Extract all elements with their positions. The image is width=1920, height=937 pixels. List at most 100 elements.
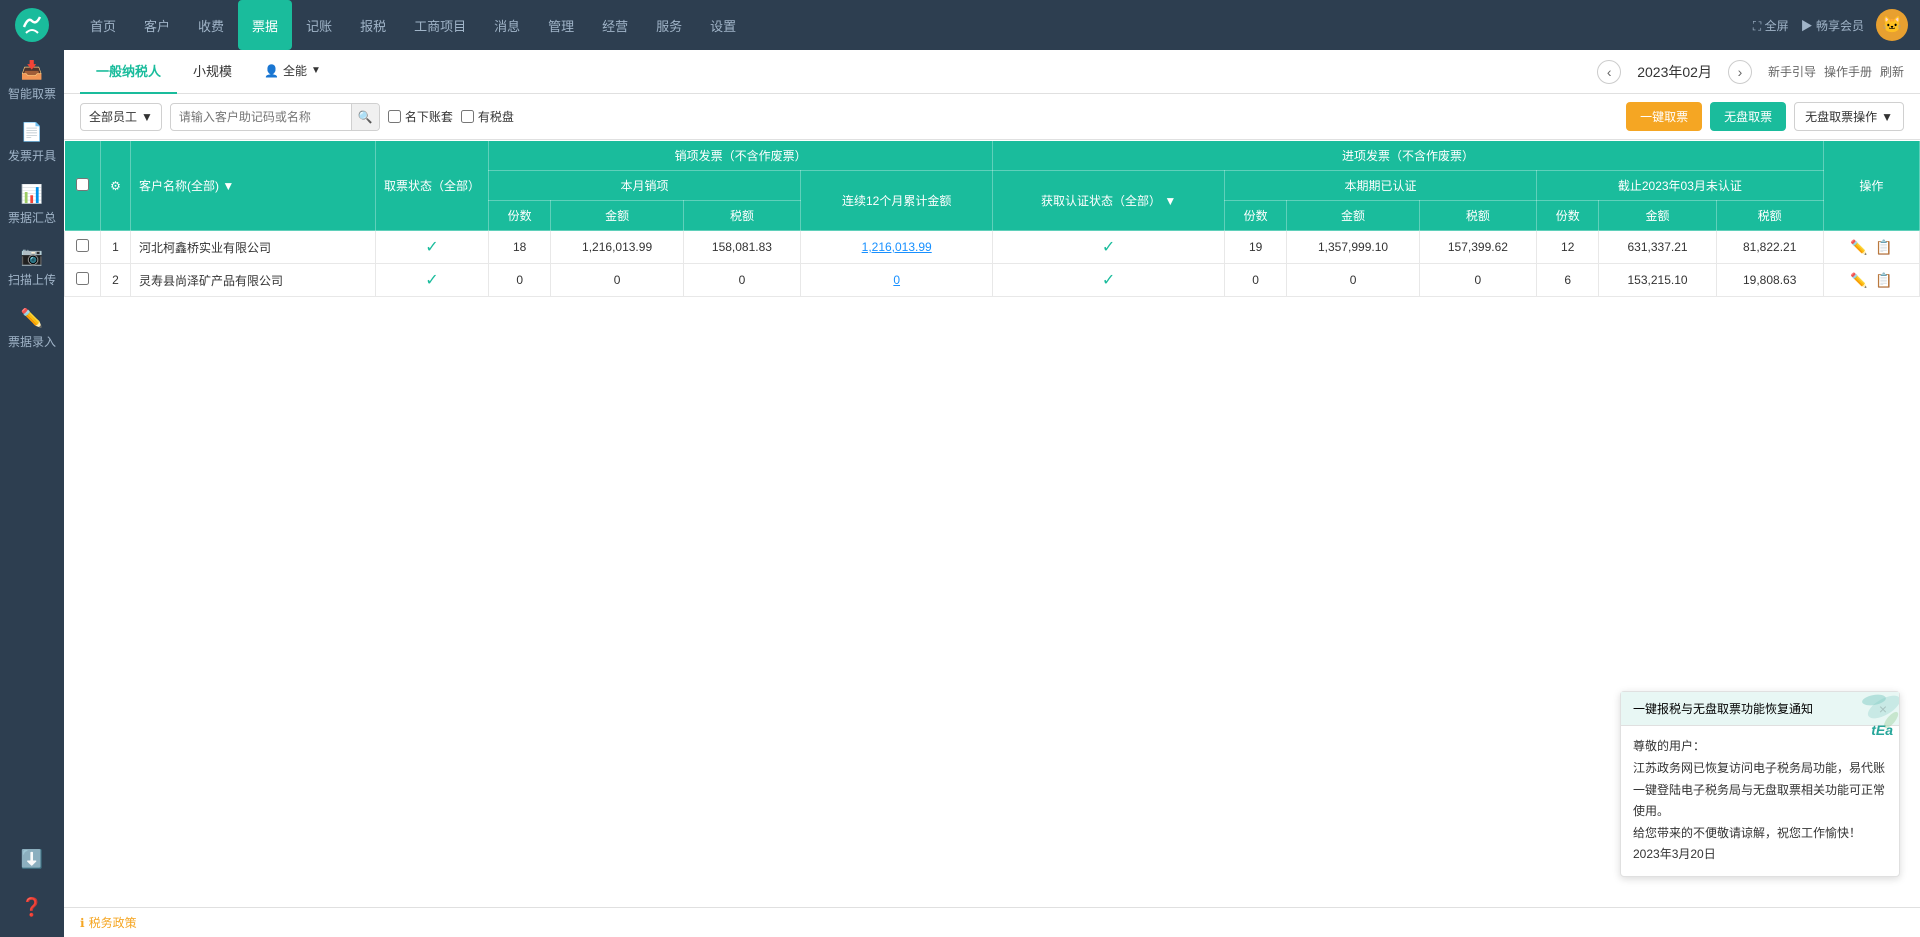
nav-invoice[interactable]: 票据 xyxy=(238,0,292,50)
th-confirm-status: 获取认证状态（全部） ▼ xyxy=(993,171,1225,231)
tab-all[interactable]: 👤 全能 ▼ xyxy=(248,50,337,94)
row2-checkbox[interactable] xyxy=(65,264,101,297)
fullscreen-btn[interactable]: ⛶ 全屏 xyxy=(1753,17,1789,34)
th-current-month: 本月销项 xyxy=(488,171,800,201)
nav-commerce[interactable]: 工商项目 xyxy=(400,0,480,50)
row2-unconfirmed-tax: 19,808.63 xyxy=(1716,264,1823,297)
next-month-btn[interactable]: › xyxy=(1728,60,1752,84)
member-btn[interactable]: ▶ 畅享会员 xyxy=(1801,17,1864,34)
th-confirmed-count: 份数 xyxy=(1224,201,1286,231)
account-checkbox[interactable]: 名下账套 xyxy=(388,108,453,125)
filter-icon[interactable]: ▼ xyxy=(1164,194,1176,208)
nav-service[interactable]: 服务 xyxy=(642,0,696,50)
subtabs-bar: 一般纳税人 小规模 👤 全能 ▼ ‹ 2023年02月 › 新手引导 操作手册 … xyxy=(64,50,1920,94)
new-guide-btn[interactable]: 新手引导 xyxy=(1768,63,1816,80)
nav-message[interactable]: 消息 xyxy=(480,0,534,50)
bottom-bar: ℹ 税务政策 xyxy=(64,907,1920,937)
sidebar-help[interactable]: ❓ xyxy=(12,887,52,927)
sidebar-item-scan-upload[interactable]: 📷 扫描上传 xyxy=(0,236,64,298)
row1-checkbox[interactable] xyxy=(65,231,101,264)
nav-tax[interactable]: 报税 xyxy=(346,0,400,50)
sidebar-item-invoice-summary[interactable]: 📊 票据汇总 xyxy=(0,174,64,236)
toolbar: 全部员工 ▼ 🔍 名下账套 有税盘 一键取票 无盘取票 无盘取票操作 ▼ xyxy=(64,94,1920,140)
entry-icon: ✏️ xyxy=(21,308,43,329)
filter-icon[interactable]: ▼ xyxy=(222,179,234,193)
row1-unconfirmed-count: 12 xyxy=(1537,231,1599,264)
popup-content: 尊敬的用户： 江苏政务网已恢复访问电子税务局功能，易代账一键登陆电子税务局与无盘… xyxy=(1633,736,1887,866)
notification-popup: 一键报税与无盘取票功能恢复通知 × 尊敬的用户： 江苏政务网已恢复访问电子税务局… xyxy=(1620,691,1900,877)
current-month: 2023年02月 xyxy=(1629,62,1720,82)
nav-billing[interactable]: 收费 xyxy=(184,0,238,50)
nav-home[interactable]: 首页 xyxy=(76,0,130,50)
row2-num: 2 xyxy=(101,264,131,297)
row2-sales-count: 0 xyxy=(488,264,550,297)
sidebar-item-invoice-open[interactable]: 📄 发票开具 xyxy=(0,112,64,174)
tax-policy-link[interactable]: 税务政策 xyxy=(89,914,137,931)
th-sales-tax: 税额 xyxy=(683,201,800,231)
sidebar-item-smart-fetch[interactable]: 📥 智能取票 xyxy=(0,50,64,112)
row2-copy-btn[interactable]: 📋 xyxy=(1875,272,1892,288)
row1-name: 河北柯鑫桥实业有限公司 xyxy=(131,231,376,264)
account-checkbox-input[interactable] xyxy=(388,110,401,123)
row2-confirm-status: ✓ xyxy=(993,264,1225,297)
member-icon: ▶ xyxy=(1801,19,1813,33)
row2-unconfirmed-count: 6 xyxy=(1537,264,1599,297)
invoice-table: ⚙ 客户名称(全部) ▼ 取票状态（全部） 销项发票（不含作废票） 进项发票（不… xyxy=(64,140,1920,297)
row1-confirm-status: ✓ xyxy=(993,231,1225,264)
th-customer: 客户名称(全部) ▼ xyxy=(131,141,376,231)
row1-copy-btn[interactable]: 📋 xyxy=(1875,239,1892,255)
refresh-btn[interactable]: 刷新 xyxy=(1880,63,1904,80)
popup-close-btn[interactable]: × xyxy=(1879,701,1887,717)
no-disk-more-btn[interactable]: 无盘取票操作 ▼ xyxy=(1794,102,1904,131)
nav-manage[interactable]: 管理 xyxy=(534,0,588,50)
settings-icon[interactable]: ⚙ xyxy=(110,179,121,193)
tab-small[interactable]: 小规模 xyxy=(177,50,248,94)
manual-btn[interactable]: 操作手册 xyxy=(1824,63,1872,80)
fullscreen-icon: ⛶ xyxy=(1753,19,1761,33)
logo xyxy=(0,0,64,50)
row2-fetch-status: ✓ xyxy=(375,264,488,297)
sidebar-item-data-entry[interactable]: ✏️ 票据录入 xyxy=(0,298,64,360)
row2-edit-btn[interactable]: ✏️ xyxy=(1850,272,1867,288)
th-sales-amount: 金额 xyxy=(551,201,683,231)
th-unconfirmed-tax: 税额 xyxy=(1716,201,1823,231)
row1-confirmed-tax: 157,399.62 xyxy=(1419,231,1536,264)
th-settings: ⚙ xyxy=(101,141,131,231)
search-box: 🔍 xyxy=(170,103,380,131)
th-confirmed-tax: 税额 xyxy=(1419,201,1536,231)
inbox-icon: 📥 xyxy=(21,60,43,81)
tab-general[interactable]: 一般纳税人 xyxy=(80,50,177,94)
th-confirmed-amount: 金额 xyxy=(1287,201,1419,231)
info-icon: ℹ xyxy=(80,916,85,930)
nav-operations[interactable]: 经营 xyxy=(588,0,642,50)
user-avatar[interactable]: 🐱 xyxy=(1876,9,1908,41)
row1-confirmed-amount: 1,357,999.10 xyxy=(1287,231,1419,264)
nav-client[interactable]: 客户 xyxy=(130,0,184,50)
nav-accounting[interactable]: 记账 xyxy=(292,0,346,50)
row1-confirmed-count: 19 xyxy=(1224,231,1286,264)
nav-settings[interactable]: 设置 xyxy=(696,0,750,50)
th-checkbox xyxy=(65,141,101,231)
select-all-checkbox[interactable] xyxy=(76,178,89,191)
th-sales-count: 份数 xyxy=(488,201,550,231)
tax-disk-checkbox-input[interactable] xyxy=(461,110,474,123)
tax-disk-checkbox[interactable]: 有税盘 xyxy=(461,108,514,125)
sidebar: 📥 智能取票 📄 发票开具 📊 票据汇总 📷 扫描上传 ✏️ 票据录入 ⬇️ ❓ xyxy=(0,0,64,937)
row1-sales-amount: 1,216,013.99 xyxy=(551,231,683,264)
employee-filter[interactable]: 全部员工 ▼ xyxy=(80,103,162,131)
row1-num: 1 xyxy=(101,231,131,264)
one-click-fetch-btn[interactable]: 一键取票 xyxy=(1626,102,1702,131)
row2-confirmed-tax: 0 xyxy=(1419,264,1536,297)
th-unconfirmed-count: 份数 xyxy=(1537,201,1599,231)
prev-month-btn[interactable]: ‹ xyxy=(1597,60,1621,84)
th-cumulative: 连续12个月累计金额 xyxy=(801,171,993,231)
chevron-down-icon: ▼ xyxy=(141,110,153,124)
row1-edit-btn[interactable]: ✏️ xyxy=(1850,239,1867,255)
sidebar-download[interactable]: ⬇️ xyxy=(12,839,52,879)
search-input[interactable] xyxy=(171,106,351,128)
th-fetch-status: 取票状态（全部） xyxy=(375,141,488,231)
no-disk-fetch-btn[interactable]: 无盘取票 xyxy=(1710,102,1786,131)
th-confirmed: 本期期已认证 xyxy=(1224,171,1536,201)
th-operation: 操作 xyxy=(1823,141,1919,231)
search-button[interactable]: 🔍 xyxy=(351,103,379,131)
